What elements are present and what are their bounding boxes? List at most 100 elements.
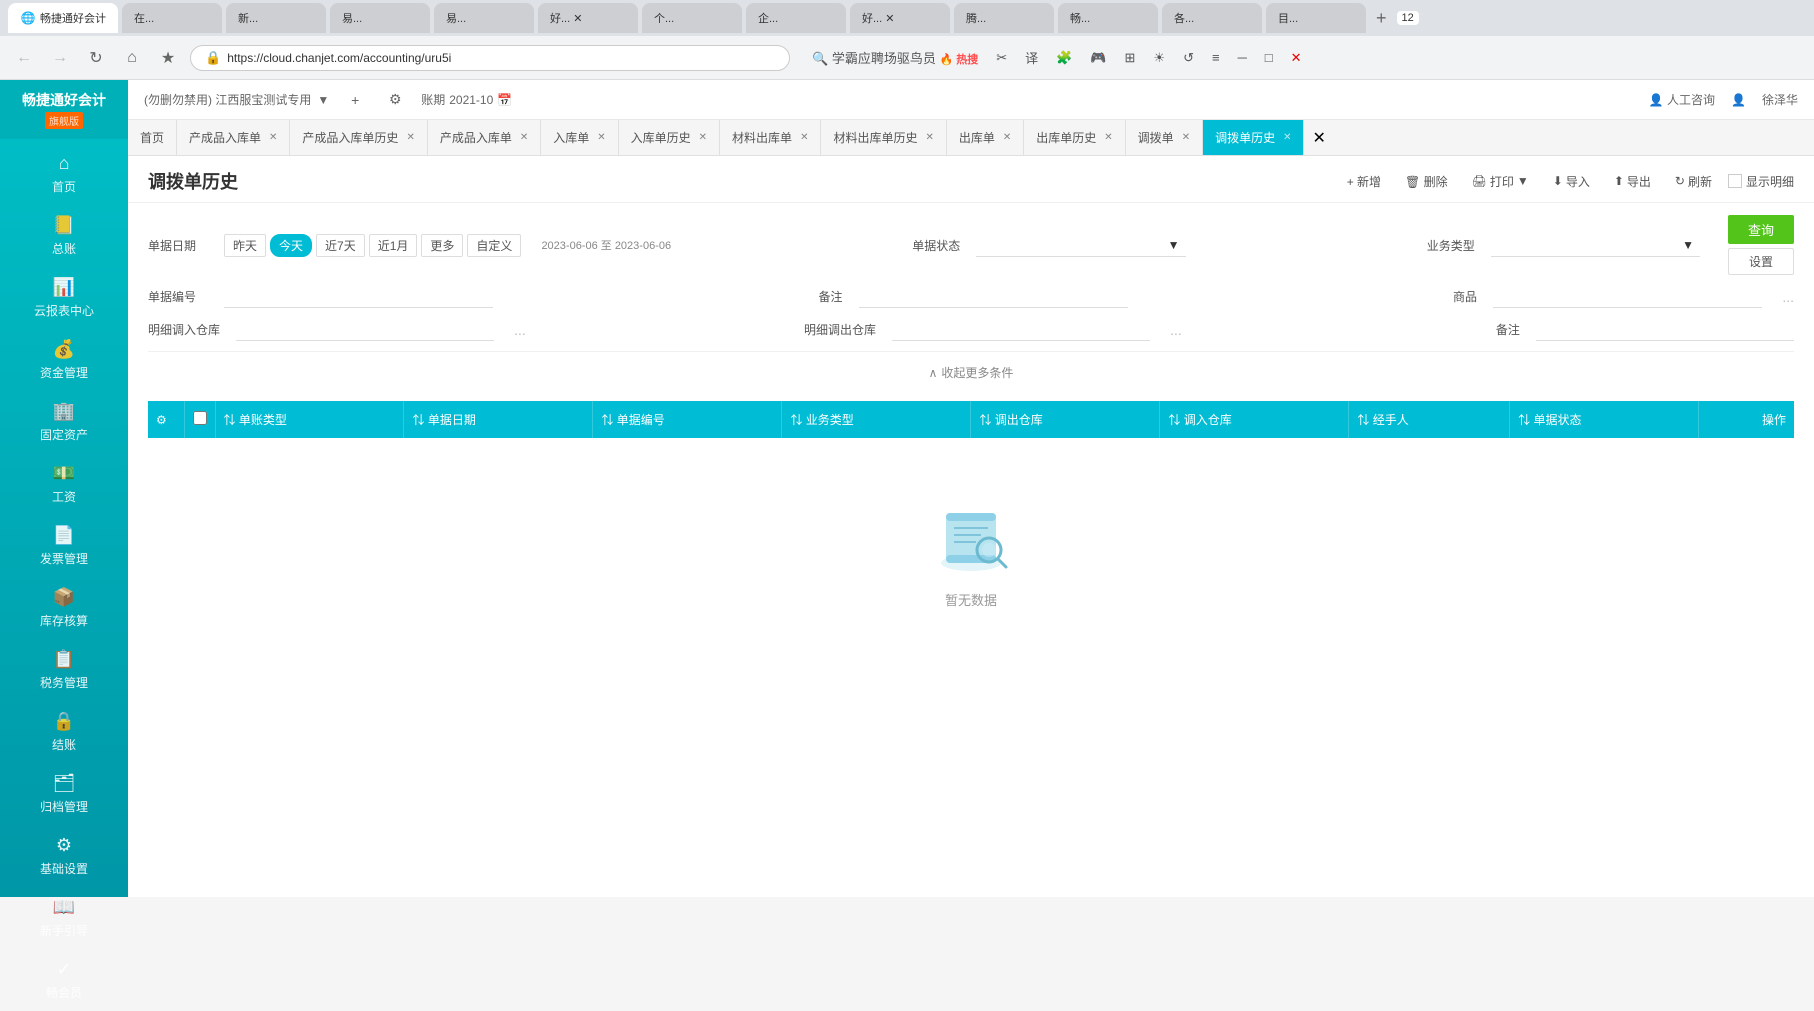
browser-tab-12[interactable]: 目... [1266, 3, 1366, 33]
delete-button[interactable]: 🗑 删除 [1397, 169, 1456, 194]
tab-close-3[interactable]: ✕ [520, 132, 528, 143]
browser-tab-5[interactable]: 好... ✕ [538, 3, 638, 33]
warehouse-out-input[interactable] [892, 318, 1150, 341]
tab-close-2[interactable]: ✕ [406, 132, 414, 143]
refresh-button[interactable]: ↻ 刷新 [1667, 169, 1720, 194]
browser-tab-3[interactable]: 易... [330, 3, 430, 33]
sidebar-item-closing[interactable]: 🔒 结账 [0, 701, 128, 763]
tab-in-order[interactable]: 入库单 ✕ [541, 120, 618, 156]
date-7days[interactable]: 近7天 [316, 234, 365, 257]
date-today[interactable]: 今天 [270, 234, 312, 257]
th-warehouse-out[interactable]: ⇅ 调出仓库 [971, 401, 1160, 438]
date-more[interactable]: 更多 [421, 234, 463, 257]
th-handler[interactable]: ⇅ 经手人 [1349, 401, 1510, 438]
search-button[interactable]: 查询 [1728, 215, 1794, 244]
sidebar-item-salary[interactable]: 💵 工资 [0, 453, 128, 515]
tab-close-8[interactable]: ✕ [1003, 132, 1011, 143]
select-all-checkbox[interactable] [193, 411, 207, 425]
browser-tab-4[interactable]: 易... [434, 3, 534, 33]
sidebar-item-tax[interactable]: 📋 税务管理 [0, 639, 128, 701]
sidebar-item-archive[interactable]: 🗂 归档管理 [0, 763, 128, 825]
browser-tab-2[interactable]: 新... [226, 3, 326, 33]
maximize-button[interactable]: □ [1259, 46, 1279, 69]
browser-tab-10[interactable]: 畅... [1058, 3, 1158, 33]
tab-finished-in-2[interactable]: 产成品入库单 ✕ [428, 120, 541, 156]
back-button[interactable]: ← [10, 44, 38, 72]
browser-tab-active[interactable]: 🌐 畅捷通好会计 [8, 3, 118, 33]
goods-input[interactable] [1493, 285, 1762, 308]
sidebar-item-reports[interactable]: 📊 云报表中心 [0, 267, 128, 329]
tab-close-4[interactable]: ✕ [597, 132, 605, 143]
th-settings[interactable]: ⚙ [148, 401, 184, 438]
search-button[interactable]: 🔍 学霸应聘场驱鸟员 🔥 热搜 [806, 44, 984, 71]
import-button[interactable]: ⬇ 导入 [1545, 169, 1598, 194]
tab-close-11[interactable]: ✕ [1283, 132, 1291, 143]
tab-close-6[interactable]: ✕ [800, 132, 808, 143]
browser-tab-11[interactable]: 各... [1162, 3, 1262, 33]
tab-out-order[interactable]: 出库单 ✕ [947, 120, 1024, 156]
sidebar-item-invoice[interactable]: 📄 发票管理 [0, 515, 128, 577]
collapse-button[interactable]: ∧ 收起更多条件 [148, 360, 1794, 385]
tab-in-order-history[interactable]: 入库单历史 ✕ [619, 120, 720, 156]
reload-button[interactable]: ↻ [82, 44, 110, 72]
th-status[interactable]: ⇅ 单据状态 [1510, 401, 1699, 438]
tab-transfer[interactable]: 调拨单 ✕ [1126, 120, 1203, 156]
brightness-button[interactable]: ☀ [1147, 46, 1171, 70]
voucher-no-input[interactable] [224, 285, 493, 308]
sidebar-item-ledger[interactable]: 📒 总账 [0, 205, 128, 267]
sidebar-item-finance[interactable]: 💰 资金管理 [0, 329, 128, 391]
warehouse-in-more-icon[interactable]: ... [514, 322, 526, 338]
games-button[interactable]: 🎮 [1084, 46, 1112, 70]
warehouse-in-input[interactable] [236, 318, 494, 341]
sidebar-item-inventory[interactable]: 📦 库存核算 [0, 577, 128, 639]
goods-more-icon[interactable]: ... [1782, 289, 1794, 305]
tab-close-10[interactable]: ✕ [1182, 132, 1190, 143]
browser-tab-8[interactable]: 好... ✕ [850, 3, 950, 33]
scissors-button[interactable]: ✂ [990, 46, 1013, 70]
new-tab-button[interactable]: + [1370, 8, 1393, 29]
tab-close-1[interactable]: ✕ [269, 132, 277, 143]
home-button[interactable]: ⌂ [118, 44, 146, 72]
undo-button[interactable]: ↺ [1177, 46, 1200, 70]
tab-finished-in-history[interactable]: 产成品入库单历史 ✕ [290, 120, 427, 156]
business-type-select[interactable]: ▼ [1491, 234, 1700, 257]
th-date[interactable]: ⇅ 单据日期 [404, 401, 593, 438]
date-custom[interactable]: 自定义 [467, 234, 521, 257]
tab-material-out[interactable]: 材料出库单 ✕ [720, 120, 821, 156]
tab-material-out-history[interactable]: 材料出库单历史 ✕ [821, 120, 946, 156]
translate-button[interactable]: 译 [1019, 44, 1044, 71]
th-number[interactable]: ⇅ 单据编号 [593, 401, 782, 438]
tab-close-9[interactable]: ✕ [1104, 132, 1112, 143]
browser-tab-9[interactable]: 腾... [954, 3, 1054, 33]
close-all-tabs-button[interactable]: ✕ [1304, 128, 1333, 148]
date-1month[interactable]: 近1月 [369, 234, 418, 257]
company-settings-button[interactable]: ⚙ [381, 86, 409, 114]
tab-home[interactable]: 首页 [128, 120, 177, 156]
browser-tab-1[interactable]: 在... [122, 3, 222, 33]
add-company-button[interactable]: + [341, 86, 369, 114]
human-service-button[interactable]: 👤 人工咨询 [1649, 91, 1715, 108]
menu-button[interactable]: ≡ [1206, 46, 1226, 69]
display-toggle-checkbox[interactable] [1728, 174, 1742, 188]
extensions-button[interactable]: 🧩 [1050, 46, 1078, 70]
address-bar[interactable]: 🔒 https://cloud.chanjet.com/accounting/u… [190, 45, 790, 71]
bookmark-button[interactable]: ★ [154, 44, 182, 72]
th-checkbox[interactable] [184, 401, 215, 438]
browser-tab-6[interactable]: 个... [642, 3, 742, 33]
th-warehouse-in[interactable]: ⇅ 调入仓库 [1160, 401, 1349, 438]
browser-tab-7[interactable]: 企... [746, 3, 846, 33]
minimize-button[interactable]: ─ [1232, 46, 1253, 69]
remark-input[interactable] [859, 285, 1128, 308]
sidebar-item-settings[interactable]: ⚙ 基础设置 [0, 825, 128, 887]
tab-transfer-history[interactable]: 调拨单历史 ✕ [1203, 120, 1304, 156]
tab-close-5[interactable]: ✕ [699, 132, 707, 143]
forward-button[interactable]: → [46, 44, 74, 72]
sidebar-item-guide[interactable]: 📖 新手引导 [0, 887, 128, 949]
close-window-button[interactable]: ✕ [1285, 46, 1308, 70]
warehouse-out-more-icon[interactable]: ... [1170, 322, 1182, 338]
tab-close-7[interactable]: ✕ [925, 132, 933, 143]
note-input[interactable] [1536, 318, 1794, 341]
print-button[interactable]: 🖨 打印 ▼ [1464, 169, 1537, 194]
sidebar-item-member[interactable]: ✓ 畅会员 [0, 949, 128, 1011]
status-select[interactable]: ▼ [976, 234, 1185, 257]
